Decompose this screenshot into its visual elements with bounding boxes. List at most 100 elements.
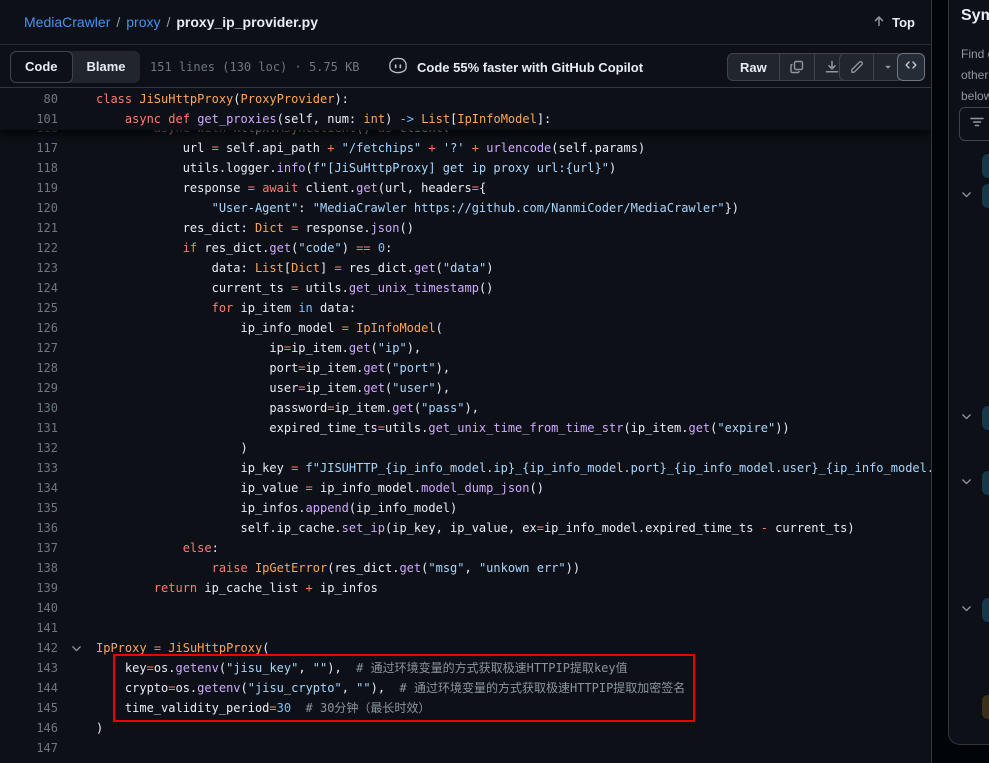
gutter <box>58 538 96 558</box>
gutter <box>58 158 96 178</box>
gutter <box>58 418 96 438</box>
symbols-filter-button[interactable] <box>959 107 989 141</box>
copilot-banner[interactable]: Code 55% faster with GitHub Copilot <box>388 45 643 89</box>
breadcrumb-dir-link[interactable]: proxy <box>126 14 160 30</box>
breadcrumb-separator: / <box>116 14 120 30</box>
line-number[interactable]: 133 <box>0 458 58 478</box>
symbol-chip[interactable] <box>982 184 989 208</box>
symbol-chip[interactable] <box>982 598 989 622</box>
line-number[interactable]: 143 <box>0 658 58 678</box>
code-text: for ip_item in data: <box>96 298 356 318</box>
code-line: 101 async def get_proxies(self, num: int… <box>0 109 931 129</box>
line-number[interactable]: 121 <box>0 218 58 238</box>
code-text: res_dict: Dict = response.json() <box>96 218 414 238</box>
line-number[interactable]: 139 <box>0 578 58 598</box>
gutter <box>58 738 96 758</box>
symbols-sidebar: Symbols Find definitions and references … <box>948 0 989 745</box>
line-number[interactable]: 132 <box>0 438 58 458</box>
line-number[interactable]: 130 <box>0 398 58 418</box>
line-number[interactable]: 136 <box>0 518 58 538</box>
chevron-down-icon[interactable] <box>960 188 973 206</box>
code-line: 136 self.ip_cache.set_ip(ip_key, ip_valu… <box>0 518 931 538</box>
code-text: ip_value = ip_info_model.model_dump_json… <box>96 478 544 498</box>
code-line: 140 <box>0 598 931 618</box>
line-number[interactable]: 128 <box>0 358 58 378</box>
code-text: user=ip_item.get("user"), <box>96 378 450 398</box>
code-line: 117 url = self.api_path + "/fetchips" + … <box>0 138 931 158</box>
tab-code[interactable]: Code <box>10 51 73 83</box>
code-text: expired_time_ts=utils.get_unix_time_from… <box>96 418 790 438</box>
line-number[interactable]: 146 <box>0 718 58 738</box>
chevron-down-icon[interactable] <box>960 475 973 493</box>
line-number[interactable]: 123 <box>0 258 58 278</box>
symbols-pane-toggle[interactable] <box>897 53 925 81</box>
code-line: 125 for ip_item in data: <box>0 298 931 318</box>
gutter <box>58 578 96 598</box>
symbol-chip[interactable] <box>982 154 989 178</box>
symbol-chip[interactable] <box>982 406 989 430</box>
raw-button[interactable]: Raw <box>728 54 779 80</box>
file-toolbar: Code Blame 151 lines (130 loc) · 5.75 KB… <box>0 44 931 88</box>
gutter <box>58 398 96 418</box>
line-number[interactable]: 127 <box>0 338 58 358</box>
copy-raw-icon[interactable] <box>779 54 814 80</box>
symbol-chip[interactable] <box>982 695 989 719</box>
line-number[interactable]: 147 <box>0 738 58 758</box>
line-number[interactable]: 117 <box>0 138 58 158</box>
line-number[interactable]: 145 <box>0 698 58 718</box>
top-button-label: Top <box>892 15 915 30</box>
code-text: return ip_cache_list + ip_infos <box>96 578 378 598</box>
code-line: 118 utils.logger.info(f"[JiSuHttpProxy] … <box>0 158 931 178</box>
code-line: 124 current_ts = utils.get_unix_timestam… <box>0 278 931 298</box>
line-number[interactable]: 141 <box>0 618 58 638</box>
line-number[interactable]: 122 <box>0 238 58 258</box>
line-number[interactable]: 140 <box>0 598 58 618</box>
code-text: ) <box>96 438 248 458</box>
line-number[interactable]: 137 <box>0 538 58 558</box>
line-number[interactable]: 135 <box>0 498 58 518</box>
gutter <box>58 258 96 278</box>
breadcrumb-filename: proxy_ip_provider.py <box>176 14 318 30</box>
tab-blame[interactable]: Blame <box>73 51 140 83</box>
code-line: 134 ip_value = ip_info_model.model_dump_… <box>0 478 931 498</box>
line-number[interactable]: 129 <box>0 378 58 398</box>
symbols-title: Symbols <box>961 7 989 25</box>
gutter <box>58 298 96 318</box>
code-text: ip_infos.append(ip_info_model) <box>96 498 457 518</box>
fold-toggle-icon[interactable] <box>58 638 96 658</box>
file-info: 151 lines (130 loc) · 5.75 KB <box>150 45 360 89</box>
code-line: 126 ip_info_model = IpInfoModel( <box>0 318 931 338</box>
code-line: 120 "User-Agent": "MediaCrawler https://… <box>0 198 931 218</box>
code-blame-switch: Code Blame <box>10 51 140 83</box>
gutter <box>58 498 96 518</box>
code-line: 121 res_dict: Dict = response.json() <box>0 218 931 238</box>
code-line: 80class JiSuHttpProxy(ProxyProvider): <box>0 89 931 109</box>
line-number[interactable]: 80 <box>0 89 58 109</box>
gutter <box>58 718 96 738</box>
symbol-chip[interactable] <box>982 471 989 495</box>
line-number[interactable]: 118 <box>0 158 58 178</box>
back-to-top-button[interactable]: Top <box>872 0 915 44</box>
chevron-down-icon[interactable] <box>960 410 973 428</box>
code-text: if res_dict.get("code") == 0: <box>96 238 392 258</box>
chevron-down-icon[interactable] <box>960 602 973 620</box>
code-line: 141 <box>0 618 931 638</box>
breadcrumb-row: MediaCrawler / proxy / proxy_ip_provider… <box>0 0 931 44</box>
line-number[interactable]: 125 <box>0 298 58 318</box>
code-text: current_ts = utils.get_unix_timestamp() <box>96 278 493 298</box>
line-number[interactable]: 131 <box>0 418 58 438</box>
line-number[interactable]: 142 <box>0 638 58 658</box>
line-number[interactable]: 120 <box>0 198 58 218</box>
edit-pencil-icon[interactable] <box>840 54 873 80</box>
breadcrumb-repo-link[interactable]: MediaCrawler <box>24 14 110 30</box>
line-number[interactable]: 134 <box>0 478 58 498</box>
line-number[interactable]: 124 <box>0 278 58 298</box>
copilot-icon <box>388 57 408 77</box>
code-line: 147 <box>0 738 931 758</box>
code-line: 119 response = await client.get(url, hea… <box>0 178 931 198</box>
line-number[interactable]: 119 <box>0 178 58 198</box>
line-number[interactable]: 126 <box>0 318 58 338</box>
line-number[interactable]: 144 <box>0 678 58 698</box>
line-number[interactable]: 138 <box>0 558 58 578</box>
line-number[interactable]: 101 <box>0 109 58 129</box>
